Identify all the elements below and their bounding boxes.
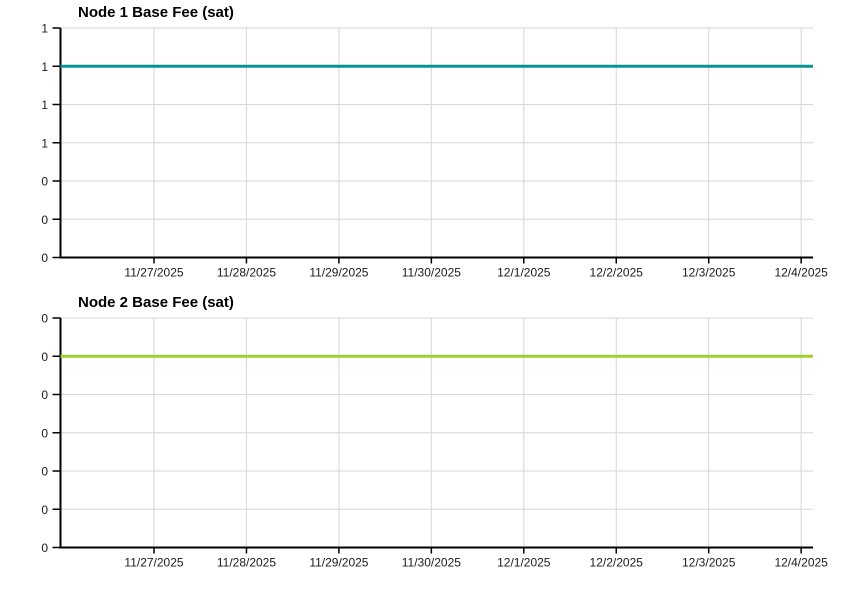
x-tick-label: 12/3/2025 [682,556,736,570]
x-tick-label: 12/4/2025 [774,266,828,280]
y-tick-label: 0 [41,350,48,364]
x-tick-label: 11/27/2025 [124,266,183,280]
y-tick-label: 0 [41,388,48,402]
y-tick-label: 0 [41,213,48,227]
x-tick-label: 12/2/2025 [590,556,644,570]
x-tick-label: 12/1/2025 [497,266,551,280]
x-tick-label: 11/29/2025 [309,556,368,570]
x-tick-label: 11/29/2025 [309,266,368,280]
x-tick-label: 12/3/2025 [682,266,736,280]
y-tick-label: 1 [41,22,48,36]
dashboard-page: Node 1 Base Fee (sat) 11/27/2025 11/28/20… [0,0,860,600]
x-tick-label: 12/4/2025 [774,556,828,570]
y-tick-label: 0 [41,541,48,555]
chart-node1-base-fee: Node 1 Base Fee (sat) 11/27/2025 11/28/20… [0,0,860,290]
node2-base-fee-line-chart: 11/27/2025 11/28/2025 11/29/2025 11/30/2025… [41,312,828,570]
x-tick-label: 11/30/2025 [402,556,461,570]
y-tick-label: 0 [41,465,48,479]
x-tick-label: 12/1/2025 [497,556,551,570]
y-tick-label: 0 [41,312,48,326]
y-tick-label: 1 [41,136,48,150]
y-tick-label: 0 [41,251,48,265]
node1-base-fee-line-chart: 11/27/2025 11/28/2025 11/29/2025 11/30/2025… [41,22,828,280]
x-tick-label: 11/30/2025 [402,266,461,280]
y-tick-label: 1 [41,98,48,112]
x-tick-label: 12/2/2025 [590,266,644,280]
x-tick-label: 11/28/2025 [217,266,276,280]
x-tick-label: 11/27/2025 [124,556,183,570]
y-tick-label: 0 [41,503,48,517]
x-tick-label: 11/28/2025 [217,556,276,570]
y-tick-label: 0 [41,175,48,189]
chart-node2-base-fee: Node 2 Base Fee (sat) 11/27/2025 11/28/20… [0,290,860,600]
y-tick-label: 0 [41,426,48,440]
y-tick-label: 1 [41,60,48,74]
